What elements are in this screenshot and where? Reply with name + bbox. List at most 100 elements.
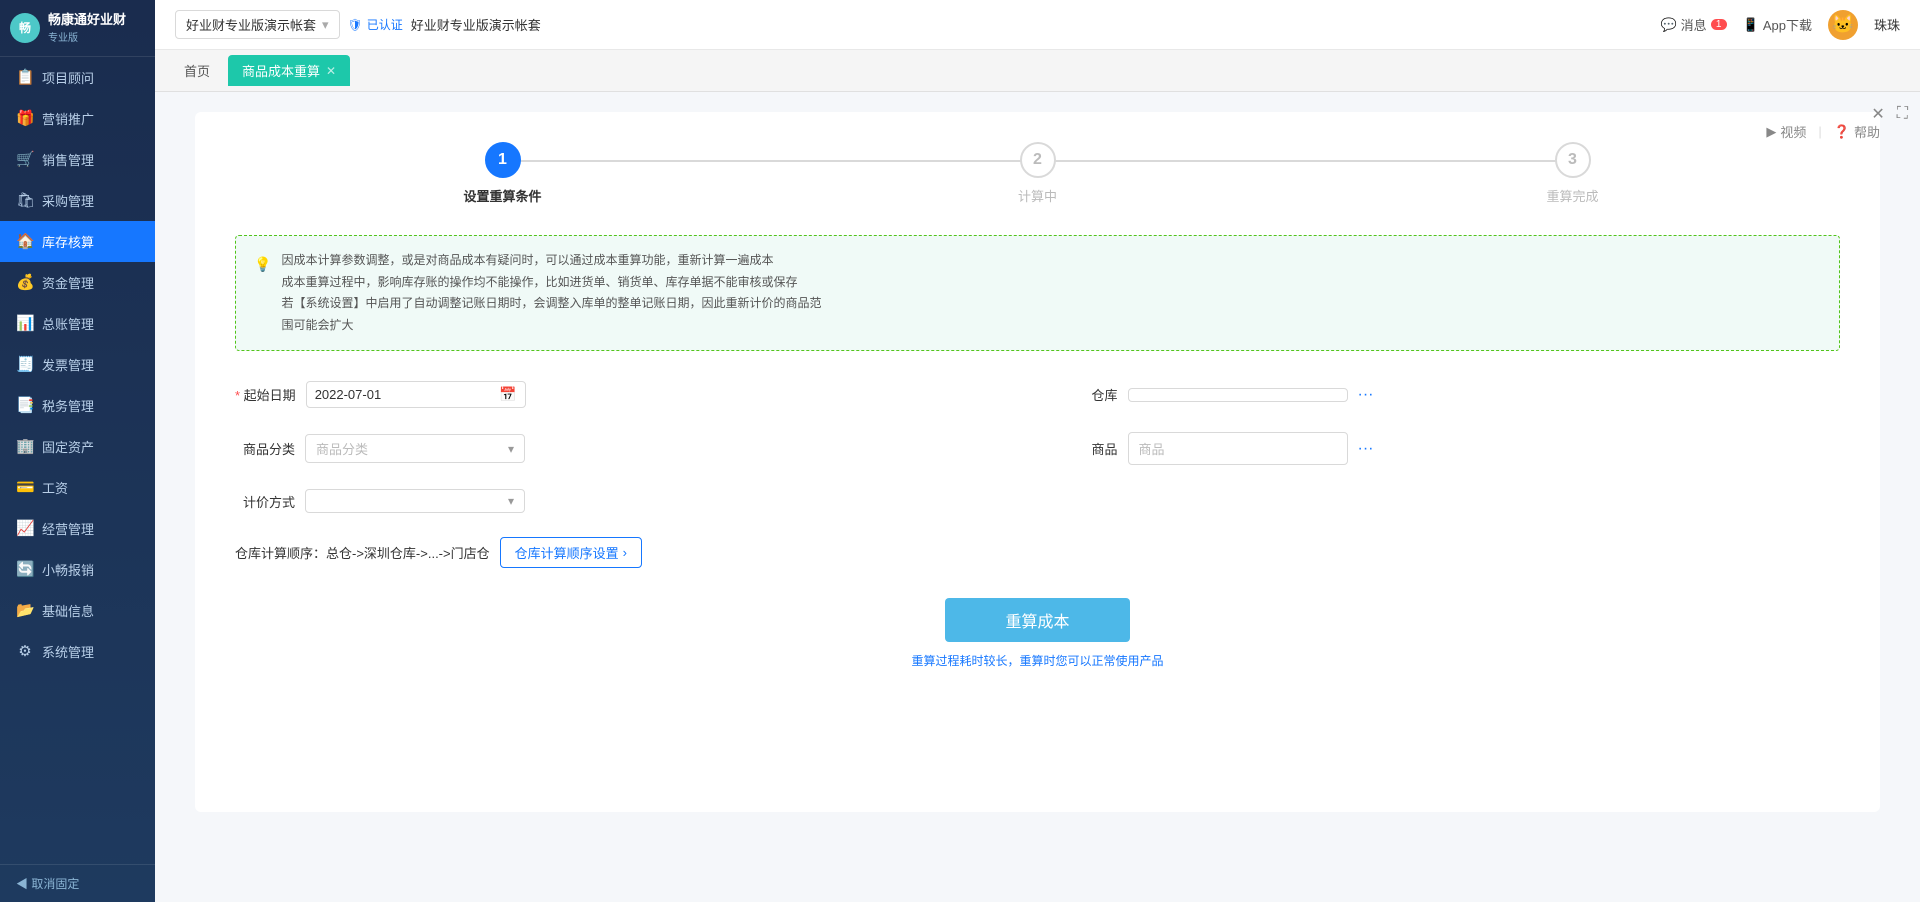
account-selector[interactable]: 好业财专业版演示帐套 ▾ bbox=[175, 10, 340, 39]
project-icon: 📋 bbox=[16, 68, 34, 86]
step-3-circle: 3 bbox=[1555, 142, 1591, 178]
chevron-right-icon: › bbox=[623, 545, 627, 560]
verified-badge: 🛡 已认证 bbox=[348, 16, 403, 33]
submit-button[interactable]: 重算成本 bbox=[945, 598, 1129, 642]
video-link[interactable]: ▶ 视频 bbox=[1766, 122, 1806, 141]
product-more-button[interactable]: ··· bbox=[1358, 440, 1374, 458]
sidebar-item-system[interactable]: ⚙ 系统管理 bbox=[0, 631, 155, 672]
tab-close-icon[interactable]: ✕ bbox=[326, 64, 336, 78]
tab-home[interactable]: 首页 bbox=[170, 55, 224, 86]
message-button[interactable]: 💬 消息 1 bbox=[1660, 15, 1726, 34]
close-window-button[interactable]: ✕ bbox=[1869, 102, 1886, 126]
window-controls: ✕ ⛶ bbox=[1859, 92, 1920, 136]
tab-cost-recalc[interactable]: 商品成本重算 ✕ bbox=[228, 55, 350, 86]
step-1-label: 设置重算条件 bbox=[463, 186, 541, 205]
sidebar-item-salary[interactable]: 💳 工资 bbox=[0, 467, 155, 508]
form-row-3: 计价方式 ▾ bbox=[235, 489, 1840, 513]
tabbar: 首页 商品成本重算 ✕ bbox=[155, 50, 1920, 92]
warehouse-label: 仓库 bbox=[1058, 385, 1118, 404]
category-select[interactable]: 商品分类 ▾ bbox=[305, 434, 525, 463]
expense-icon: 🔄 bbox=[16, 560, 34, 578]
finance-icon: 💰 bbox=[16, 273, 34, 291]
sidebar-logo: 畅 畅康通好业财 专业版 bbox=[0, 0, 155, 57]
main-area: 好业财专业版演示帐套 ▾ 🛡 已认证 好业财专业版演示帐套 💬 消息 1 📱 A… bbox=[155, 0, 1920, 902]
play-icon: ▶ bbox=[1766, 124, 1776, 140]
sidebar-item-inventory[interactable]: 🏠 库存核算 bbox=[0, 221, 155, 262]
content-area: ✕ ⛶ ▶ 视频 | ❓ 帮助 1 bbox=[155, 92, 1920, 902]
sidebar-unpin[interactable]: ◀ 取消固定 bbox=[0, 864, 155, 902]
logo-icon: 畅 bbox=[10, 13, 40, 43]
content-card: ▶ 视频 | ❓ 帮助 1 设置重算条件 bbox=[195, 112, 1880, 812]
salary-icon: 💳 bbox=[16, 478, 34, 496]
header-left: 好业财专业版演示帐套 ▾ 🛡 已认证 好业财专业版演示帐套 bbox=[175, 10, 541, 39]
purchase-icon: 🛍 bbox=[16, 191, 34, 209]
operations-icon: 📈 bbox=[16, 519, 34, 537]
sidebar-item-basic[interactable]: 📂 基础信息 bbox=[0, 590, 155, 631]
category-chevron-icon: ▾ bbox=[508, 442, 514, 456]
marketing-icon: 🎁 bbox=[16, 109, 34, 127]
form-field-warehouse: 仓库 ··· bbox=[1058, 385, 1841, 404]
sidebar-item-expense[interactable]: 🔄 小畅报销 bbox=[0, 549, 155, 590]
step-2-label: 计算中 bbox=[1018, 186, 1057, 205]
sidebar-item-operations[interactable]: 📈 经营管理 bbox=[0, 508, 155, 549]
form-field-pricing: 计价方式 ▾ bbox=[235, 489, 1018, 513]
start-date-input[interactable]: 2022-07-01 📅 bbox=[306, 381, 526, 408]
sidebar-item-purchase[interactable]: 🛍 采购管理 bbox=[0, 180, 155, 221]
step-1-circle: 1 bbox=[485, 142, 521, 178]
warehouse-order-label: 仓库计算顺序：总仓->深圳仓库->...->门店仓 bbox=[235, 543, 490, 562]
sidebar-item-tax[interactable]: 📑 税务管理 bbox=[0, 385, 155, 426]
start-date-value: 2022-07-01 bbox=[315, 387, 494, 402]
sidebar-item-invoice[interactable]: 🧾 发票管理 bbox=[0, 344, 155, 385]
user-name: 珠珠 bbox=[1874, 15, 1900, 34]
pricing-chevron-icon: ▾ bbox=[508, 494, 514, 508]
invoice-icon: 🧾 bbox=[16, 355, 34, 373]
logo-text: 畅康通好业财 专业版 bbox=[48, 12, 126, 44]
steps: 1 设置重算条件 2 计算中 3 重算完成 bbox=[235, 142, 1840, 205]
form-field-product: 商品 商品 ··· bbox=[1058, 432, 1841, 465]
start-date-label: 起始日期 bbox=[235, 385, 296, 404]
account-display-name: 好业财专业版演示帐套 bbox=[411, 15, 541, 34]
calendar-icon[interactable]: 📅 bbox=[499, 386, 516, 403]
pricing-label: 计价方式 bbox=[235, 492, 295, 511]
user-avatar[interactable]: 🐱 bbox=[1828, 10, 1858, 40]
sidebar-item-sales[interactable]: 🛒 销售管理 bbox=[0, 139, 155, 180]
info-content: 因成本计算参数调整，或是对商品成本有疑问时，可以通过成本重算功能，重新计算一遍成… bbox=[281, 250, 821, 336]
warehouse-more-button[interactable]: ··· bbox=[1358, 386, 1374, 404]
warehouse-input[interactable] bbox=[1128, 388, 1348, 402]
inventory-icon: 🏠 bbox=[16, 232, 34, 250]
step-1: 1 设置重算条件 bbox=[235, 142, 770, 205]
sidebar: 畅 畅康通好业财 专业版 📋 项目顾问 🎁 营销推广 🛒 销售管理 🛍 采购管理… bbox=[0, 0, 155, 902]
sidebar-item-assets[interactable]: 🏢 固定资产 bbox=[0, 426, 155, 467]
sidebar-item-marketing[interactable]: 🎁 营销推广 bbox=[0, 98, 155, 139]
warehouse-order-settings-button[interactable]: 仓库计算顺序设置 › bbox=[500, 537, 642, 568]
info-box: 💡 因成本计算参数调整，或是对商品成本有疑问时，可以通过成本重算功能，重新计算一… bbox=[235, 235, 1840, 351]
submit-area: 重算成本 重算过程耗时较长，重算时您可以正常使用产品 bbox=[235, 598, 1840, 669]
maximize-window-button[interactable]: ⛶ bbox=[1895, 103, 1910, 125]
form-field-category: 商品分类 商品分类 ▾ bbox=[235, 434, 1018, 463]
chevron-down-icon: ▾ bbox=[322, 17, 329, 33]
step-3-label: 重算完成 bbox=[1546, 186, 1598, 205]
step-3: 3 重算完成 bbox=[1305, 142, 1840, 205]
shield-icon: 🛡 bbox=[348, 18, 363, 32]
step-2-circle: 2 bbox=[1020, 142, 1056, 178]
sidebar-item-finance[interactable]: 💰 资金管理 bbox=[0, 262, 155, 303]
product-placeholder: 商品 bbox=[1139, 439, 1337, 458]
step-2: 2 计算中 bbox=[770, 142, 1305, 205]
app-download-button[interactable]: 📱 App下载 bbox=[1743, 15, 1812, 34]
basic-icon: 📂 bbox=[16, 601, 34, 619]
form-row-1: 起始日期 2022-07-01 📅 仓库 ··· bbox=[235, 381, 1840, 408]
warehouse-order-row: 仓库计算顺序：总仓->深圳仓库->...->门店仓 仓库计算顺序设置 › bbox=[235, 537, 1840, 568]
sidebar-item-accounting[interactable]: 📊 总账管理 bbox=[0, 303, 155, 344]
sales-icon: 🛒 bbox=[16, 150, 34, 168]
form-row-2: 商品分类 商品分类 ▾ 商品 商品 ··· bbox=[235, 432, 1840, 465]
category-label: 商品分类 bbox=[235, 439, 295, 458]
header: 好业财专业版演示帐套 ▾ 🛡 已认证 好业财专业版演示帐套 💬 消息 1 📱 A… bbox=[155, 0, 1920, 50]
sidebar-nav: 📋 项目顾问 🎁 营销推广 🛒 销售管理 🛍 采购管理 🏠 库存核算 💰 资金管… bbox=[0, 57, 155, 864]
assets-icon: 🏢 bbox=[16, 437, 34, 455]
tax-icon: 📑 bbox=[16, 396, 34, 414]
sidebar-item-project[interactable]: 📋 项目顾问 bbox=[0, 57, 155, 98]
info-icon: 💡 bbox=[254, 252, 271, 336]
product-input[interactable]: 商品 bbox=[1128, 432, 1348, 465]
header-right: 💬 消息 1 📱 App下载 🐱 珠珠 bbox=[1660, 10, 1900, 40]
pricing-select[interactable]: ▾ bbox=[305, 489, 525, 513]
